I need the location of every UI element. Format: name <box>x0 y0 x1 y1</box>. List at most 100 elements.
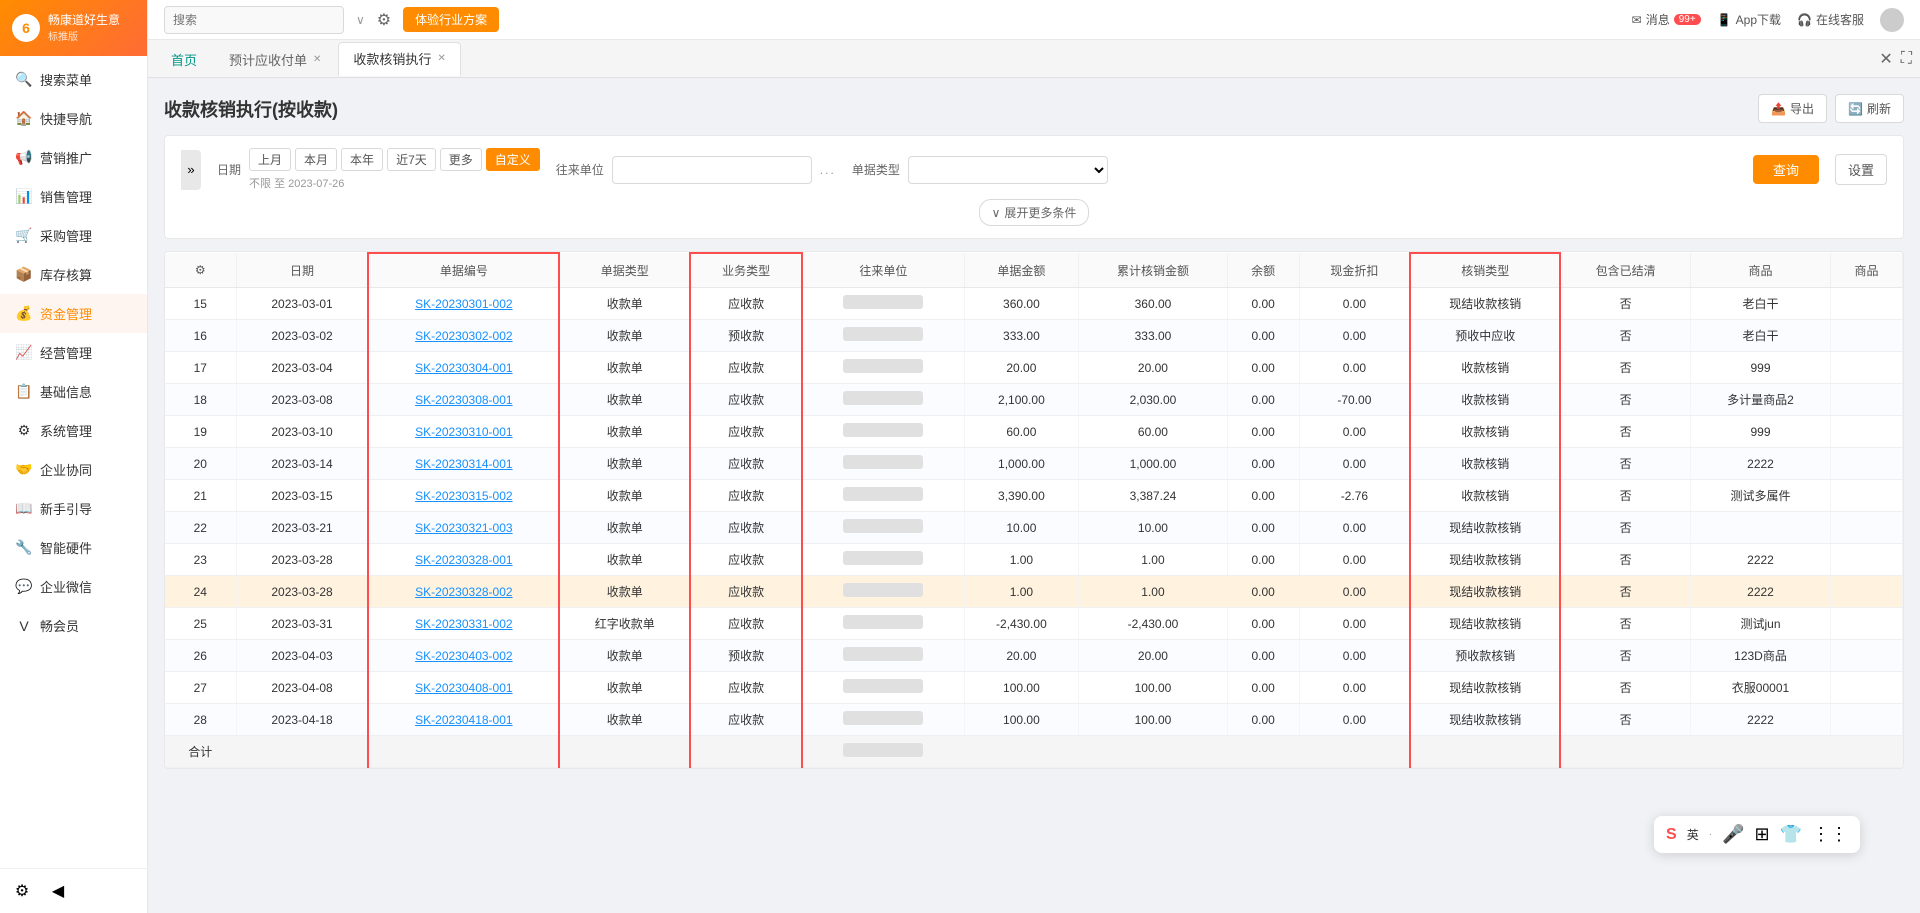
online-service-button[interactable]: 🎧 在线客服 <box>1797 11 1864 28</box>
cell-date-7: 2023-03-21 <box>236 512 368 544</box>
sidebar-item-corp[interactable]: 🤝 企业协同 <box>0 450 147 489</box>
cell-cumulative-12: 100.00 <box>1079 672 1228 704</box>
ime-logo: S <box>1666 826 1677 844</box>
doc-no-link-12[interactable]: SK-20230408-001 <box>415 681 512 695</box>
sidebar-item-hardware[interactable]: 🔧 智能硬件 <box>0 528 147 567</box>
ime-grid-icon[interactable]: ⊞ <box>1754 824 1769 845</box>
doc-no-link-11[interactable]: SK-20230403-002 <box>415 649 512 663</box>
sidebar-item-guide[interactable]: 📖 新手引导 <box>0 489 147 528</box>
doc-no-link-8[interactable]: SK-20230328-001 <box>415 553 512 567</box>
sidebar-label-search: 搜索菜单 <box>40 70 92 89</box>
sidebar-item-member[interactable]: V 畅会员 <box>0 606 147 645</box>
sidebar-item-system[interactable]: ⚙ 系统管理 <box>0 411 147 450</box>
page-title: 收款核销执行(按收款) <box>164 96 338 122</box>
cell-cumulative-13: 100.00 <box>1079 704 1228 736</box>
cell-verifytype-10: 现结收款核销 <box>1410 608 1560 640</box>
date-btn-this-month[interactable]: 本月 <box>295 148 337 171</box>
filter-row-1: » 日期 上月 本月 本年 近7天 更多 自定义 不限 至 2023-07- <box>181 148 1887 191</box>
cell-discount-13: 0.00 <box>1299 704 1410 736</box>
sidebar-label-basic: 基础信息 <box>40 382 92 401</box>
sidebar-item-marketing[interactable]: 📢 营销推广 <box>0 138 147 177</box>
cell-included-14 <box>1560 736 1690 768</box>
cell-verifytype-1: 预收中应收 <box>1410 320 1560 352</box>
query-button[interactable]: 查询 <box>1753 155 1819 184</box>
cell-biztype-3: 应收款 <box>690 384 802 416</box>
sidebar-label-finance: 资金管理 <box>40 304 92 323</box>
receipt-type-select[interactable] <box>908 156 1108 184</box>
settings-button[interactable]: 设置 <box>1835 154 1887 185</box>
topbar-search-input[interactable] <box>164 6 344 34</box>
tabs-fullscreen-button[interactable]: ⛶ <box>1901 49 1912 69</box>
customer-filter-input[interactable] <box>612 156 812 184</box>
cell-customer-9 <box>802 576 964 608</box>
col-header-cumulative: 累计核销金额 <box>1079 253 1228 288</box>
tab-collection[interactable]: 收款核销执行 ✕ <box>338 42 460 76</box>
sidebar-item-shortcut[interactable]: 🏠 快捷导航 <box>0 99 147 138</box>
sidebar-item-operation[interactable]: 📈 经营管理 <box>0 333 147 372</box>
cell-amount-1: 333.00 <box>964 320 1079 352</box>
date-btn-last-month[interactable]: 上月 <box>249 148 291 171</box>
topbar-gear-icon[interactable]: ⚙ <box>377 10 391 30</box>
refresh-label: 刷新 <box>1867 100 1891 117</box>
expand-more-button[interactable]: ∨ 展开更多条件 <box>979 199 1090 226</box>
doc-no-link-13[interactable]: SK-20230418-001 <box>415 713 512 727</box>
sidebar-item-wechat[interactable]: 💬 企业微信 <box>0 567 147 606</box>
filter-expand-toggle[interactable]: » <box>181 150 201 190</box>
tab-collection-close-icon[interactable]: ✕ <box>437 53 445 64</box>
sidebar-settings-button[interactable]: ⚙ <box>8 877 36 905</box>
export-button[interactable]: 📤 导出 <box>1758 94 1827 123</box>
cell-customer-2 <box>802 352 964 384</box>
doc-no-link-4[interactable]: SK-20230310-001 <box>415 425 512 439</box>
sidebar-item-inventory[interactable]: 📦 库存核算 <box>0 255 147 294</box>
cell-no-7: 22 <box>165 512 236 544</box>
doc-no-link-3[interactable]: SK-20230308-001 <box>415 393 512 407</box>
tab-home[interactable]: 首页 <box>156 42 212 76</box>
topbar-dropdown-arrow[interactable]: ∨ <box>356 13 365 27</box>
cell-biztype-2: 应收款 <box>690 352 802 384</box>
cell-balance-5: 0.00 <box>1227 448 1299 480</box>
industry-solution-button[interactable]: 体验行业方案 <box>403 7 499 32</box>
tab-prepay-close-icon[interactable]: ✕ <box>313 54 321 65</box>
sidebar-item-finance[interactable]: 💰 资金管理 <box>0 294 147 333</box>
sidebar-item-basic[interactable]: 📋 基础信息 <box>0 372 147 411</box>
cell-customer-8 <box>802 544 964 576</box>
ime-menu-icon[interactable]: ⋮⋮ <box>1812 824 1848 845</box>
date-btn-more[interactable]: 更多 <box>440 148 482 171</box>
sidebar-item-sales[interactable]: 📊 销售管理 <box>0 177 147 216</box>
doc-no-link-7[interactable]: SK-20230321-003 <box>415 521 512 535</box>
tabs-close-all-button[interactable]: ✕ <box>1879 49 1892 69</box>
app-download-button[interactable]: 📱 App下载 <box>1717 11 1781 28</box>
ime-shirt-icon[interactable]: 👕 <box>1780 824 1802 845</box>
doc-no-link-6[interactable]: SK-20230315-002 <box>415 489 512 503</box>
refresh-button[interactable]: 🔄 刷新 <box>1835 94 1904 123</box>
cell-goods2-7 <box>1831 512 1903 544</box>
doc-no-link-1[interactable]: SK-20230302-002 <box>415 329 512 343</box>
user-avatar[interactable] <box>1880 8 1904 32</box>
cell-cumulative-4: 60.00 <box>1079 416 1228 448</box>
tab-prepay[interactable]: 预计应收付单 ✕ <box>214 42 336 76</box>
date-btn-custom[interactable]: 自定义 <box>486 148 540 171</box>
cell-doctype-6: 收款单 <box>559 480 690 512</box>
cell-date-8: 2023-03-28 <box>236 544 368 576</box>
cell-biztype-9: 应收款 <box>690 576 802 608</box>
doc-no-link-2[interactable]: SK-20230304-001 <box>415 361 512 375</box>
cell-docno-14 <box>368 736 559 768</box>
cell-docno-2: SK-20230304-001 <box>368 352 559 384</box>
sidebar-item-search[interactable]: 🔍 搜索菜单 <box>0 60 147 99</box>
doc-no-link-5[interactable]: SK-20230314-001 <box>415 457 512 471</box>
doc-no-link-9[interactable]: SK-20230328-002 <box>415 585 512 599</box>
ime-mic-icon[interactable]: 🎤 <box>1722 824 1744 845</box>
message-button[interactable]: ✉ 消息 99+ <box>1632 11 1701 28</box>
doc-no-link-0[interactable]: SK-20230301-002 <box>415 297 512 311</box>
col-header-settings[interactable]: ⚙ <box>165 253 236 288</box>
sidebar-item-purchase[interactable]: 🛒 采购管理 <box>0 216 147 255</box>
cell-no-10: 25 <box>165 608 236 640</box>
cell-balance-9: 0.00 <box>1227 576 1299 608</box>
cell-goods2-4 <box>1831 416 1903 448</box>
doc-no-link-10[interactable]: SK-20230331-002 <box>415 617 512 631</box>
cell-no-12: 27 <box>165 672 236 704</box>
sidebar-collapse-button[interactable]: ◀ <box>44 877 72 905</box>
date-btn-7days[interactable]: 近7天 <box>387 148 436 171</box>
date-btn-this-year[interactable]: 本年 <box>341 148 383 171</box>
cell-no-9: 24 <box>165 576 236 608</box>
